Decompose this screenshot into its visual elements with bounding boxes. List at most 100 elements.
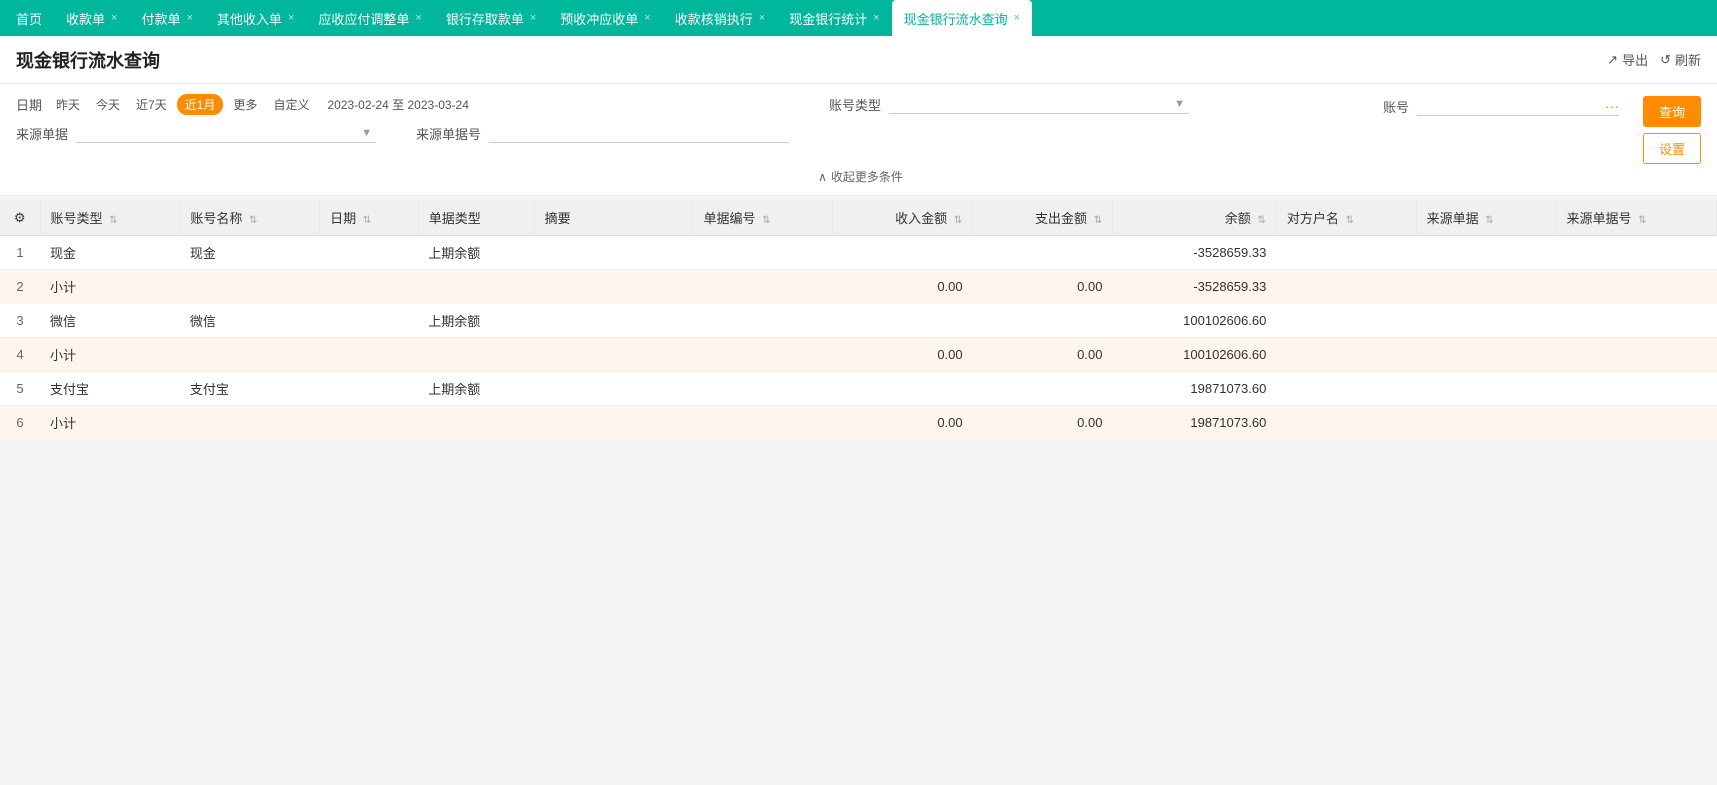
nav-tab-home[interactable]: 首页 — [4, 0, 54, 36]
date-opt-more[interactable]: 更多 — [227, 94, 263, 115]
cell-doc-no — [693, 236, 833, 270]
nav-tab-receipt[interactable]: 收款单 × — [54, 0, 129, 36]
account-type-select-wrapper: ▼ — [889, 94, 1189, 114]
cell-source-doc-no — [1556, 406, 1717, 440]
cell-date — [320, 372, 419, 406]
sort-counterparty-icon: ⇅ — [1345, 215, 1353, 226]
cell-source-doc-no — [1556, 338, 1717, 372]
table-row: 5支付宝支付宝上期余额19871073.60 — [0, 372, 1717, 406]
close-other-income-icon[interactable]: × — [288, 12, 294, 24]
filter-row-account: 账号 ··· — [1383, 96, 1619, 116]
row-seq: 4 — [0, 338, 40, 372]
cell-account-name — [180, 270, 320, 304]
cell-expense — [973, 372, 1113, 406]
source-doc-select-wrapper: ▼ — [76, 123, 376, 143]
col-account-type[interactable]: 账号类型 ⇅ — [40, 200, 180, 236]
collapse-up-icon: ∧ — [818, 170, 827, 184]
col-date[interactable]: 日期 ⇅ — [320, 200, 419, 236]
nav-tab-prepay-offset[interactable]: 预收冲应收单 × — [548, 0, 662, 36]
account-filter-area: 账号 ··· — [1383, 96, 1619, 124]
row-seq: 3 — [0, 304, 40, 338]
cell-source-doc — [1416, 406, 1556, 440]
nav-tab-cash-stat[interactable]: 现金银行统计 × — [777, 0, 891, 36]
col-account-name[interactable]: 账号名称 ⇅ — [180, 200, 320, 236]
nav-tab-bank-deposit[interactable]: 银行存取款单 × — [434, 0, 548, 36]
cell-account-type: 小计 — [40, 406, 180, 440]
table-row: 3微信微信上期余额100102606.60 — [0, 304, 1717, 338]
query-button[interactable]: 查询 — [1643, 96, 1701, 127]
col-balance[interactable]: 余额 ⇅ — [1112, 200, 1276, 236]
filter-row-source: 来源单据 ▼ 来源单据号 — [16, 123, 789, 143]
cell-date — [320, 236, 419, 270]
cell-doc-type: 上期余额 — [418, 372, 534, 406]
account-input[interactable] — [1417, 96, 1601, 115]
cell-income — [833, 236, 973, 270]
cell-account-name: 支付宝 — [180, 372, 320, 406]
source-doc-no-input[interactable] — [489, 123, 789, 142]
cell-source-doc — [1416, 270, 1556, 304]
collapse-filter-button[interactable]: ∧ 收起更多条件 — [16, 164, 1701, 189]
close-cash-flow-icon[interactable]: × — [1014, 12, 1020, 24]
col-expense[interactable]: 支出金额 ⇅ — [973, 200, 1113, 236]
cell-expense — [973, 304, 1113, 338]
close-prepay-icon[interactable]: × — [644, 12, 650, 24]
cell-source-doc-no — [1556, 372, 1717, 406]
cell-account-type: 小计 — [40, 338, 180, 372]
cell-counterparty — [1276, 270, 1416, 304]
cell-income: 0.00 — [833, 270, 973, 304]
col-doc-no[interactable]: 单据编号 ⇅ — [693, 200, 833, 236]
cell-balance: -3528659.33 — [1112, 270, 1276, 304]
date-options: 昨天 今天 近7天 近1月 更多 自定义 — [50, 94, 315, 115]
close-payment-icon[interactable]: × — [186, 12, 192, 24]
cell-counterparty — [1276, 372, 1416, 406]
settings-button[interactable]: 设置 — [1643, 133, 1701, 164]
sort-source-doc-no-icon: ⇅ — [1638, 215, 1646, 226]
cell-date — [320, 338, 419, 372]
nav-tab-receipt-verify[interactable]: 收款核销执行 × — [663, 0, 777, 36]
cell-counterparty — [1276, 304, 1416, 338]
cell-account-name — [180, 338, 320, 372]
source-doc-select[interactable] — [76, 123, 376, 142]
cell-income — [833, 304, 973, 338]
export-button[interactable]: ↗ 导出 — [1607, 50, 1648, 69]
nav-tab-cash-flow[interactable]: 现金银行流水查询 × — [892, 0, 1032, 36]
refresh-button[interactable]: ↺ 刷新 — [1660, 50, 1701, 69]
cell-doc-no — [693, 338, 833, 372]
cash-flow-table: ⚙ 账号类型 ⇅ 账号名称 ⇅ 日期 ⇅ 单据类型 摘要 — [0, 200, 1717, 440]
filter-area: 日期 昨天 今天 近7天 近1月 更多 自定义 2023-02-24 至 202… — [0, 84, 1717, 196]
col-summary: 摘要 — [534, 200, 693, 236]
table-header-row: ⚙ 账号类型 ⇅ 账号名称 ⇅ 日期 ⇅ 单据类型 摘要 — [0, 200, 1717, 236]
sort-source-doc-icon: ⇅ — [1485, 215, 1493, 226]
cell-summary — [534, 236, 693, 270]
nav-tab-payment[interactable]: 付款单 × — [129, 0, 204, 36]
close-ar-ap-icon[interactable]: × — [415, 12, 421, 24]
date-opt-yesterday[interactable]: 昨天 — [50, 94, 86, 115]
top-navigation: 首页 收款单 × 付款单 × 其他收入单 × 应收应付调整单 × 银行存取款单 … — [0, 0, 1717, 36]
close-cash-stat-icon[interactable]: × — [873, 12, 879, 24]
nav-tab-other-income[interactable]: 其他收入单 × — [205, 0, 306, 36]
cell-expense: 0.00 — [973, 270, 1113, 304]
date-opt-custom[interactable]: 自定义 — [267, 94, 315, 115]
col-income[interactable]: 收入金额 ⇅ — [833, 200, 973, 236]
table-settings-icon[interactable]: ⚙ — [14, 210, 26, 225]
date-opt-7days[interactable]: 近7天 — [130, 94, 173, 115]
close-receipt-icon[interactable]: × — [111, 12, 117, 24]
col-counterparty[interactable]: 对方户名 ⇅ — [1276, 200, 1416, 236]
source-doc-no-label: 来源单据号 — [416, 124, 481, 143]
cell-source-doc — [1416, 304, 1556, 338]
close-receipt-verify-icon[interactable]: × — [759, 12, 765, 24]
cell-counterparty — [1276, 338, 1416, 372]
date-opt-1month[interactable]: 近1月 — [177, 94, 224, 115]
settings-column-header[interactable]: ⚙ — [0, 200, 40, 236]
nav-tab-ar-ap-adjust[interactable]: 应收应付调整单 × — [306, 0, 433, 36]
close-bank-deposit-icon[interactable]: × — [530, 12, 536, 24]
account-type-select[interactable] — [889, 94, 1189, 113]
cell-summary — [534, 270, 693, 304]
cell-account-type: 小计 — [40, 270, 180, 304]
cell-account-type: 支付宝 — [40, 372, 180, 406]
col-source-doc[interactable]: 来源单据 ⇅ — [1416, 200, 1556, 236]
col-source-doc-no[interactable]: 来源单据号 ⇅ — [1556, 200, 1717, 236]
account-more-icon[interactable]: ··· — [1605, 98, 1619, 114]
sort-account-name-icon: ⇅ — [249, 215, 257, 226]
date-opt-today[interactable]: 今天 — [90, 94, 126, 115]
